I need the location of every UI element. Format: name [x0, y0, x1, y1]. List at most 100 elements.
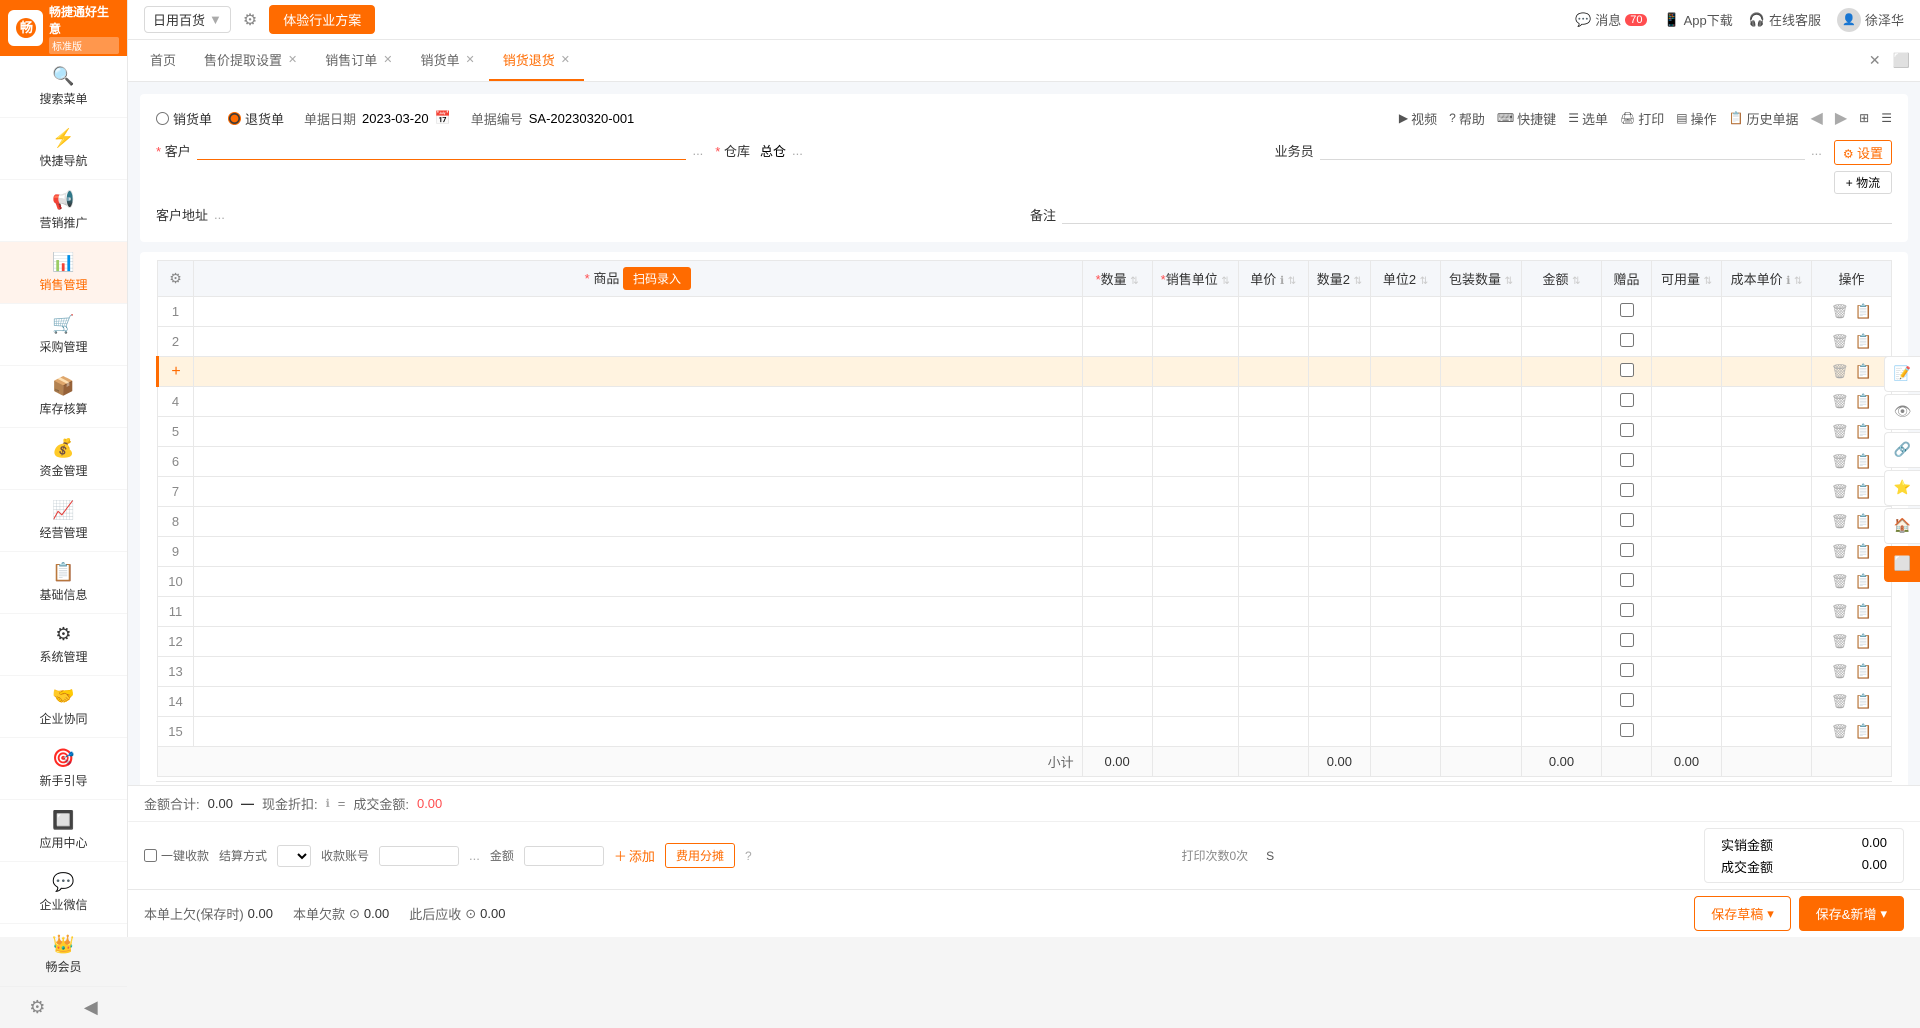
close-tab-icon[interactable]: ✕: [1867, 50, 1883, 71]
tab-sale-goods[interactable]: 销货单 ✕: [406, 40, 488, 81]
row-price-6[interactable]: [1238, 447, 1308, 477]
row-pkg-3[interactable]: [1440, 357, 1521, 387]
row-price-14[interactable]: [1238, 687, 1308, 717]
row-cost-13[interactable]: [1722, 657, 1812, 687]
row-avail-8[interactable]: [1652, 507, 1722, 537]
row-cost-12[interactable]: [1722, 627, 1812, 657]
amount-sort-icon[interactable]: ⇅: [1572, 276, 1580, 287]
row-qty2-9[interactable]: [1308, 537, 1370, 567]
row-qty2-4[interactable]: [1308, 387, 1370, 417]
copy-row-icon-6[interactable]: 📋: [1855, 453, 1872, 470]
row-unit2-5[interactable]: [1370, 417, 1440, 447]
split-help-icon[interactable]: ?: [745, 849, 752, 863]
row-gift-11[interactable]: [1602, 597, 1652, 627]
row-unit-4[interactable]: [1152, 387, 1238, 417]
row-unit-13[interactable]: [1152, 657, 1238, 687]
row-avail-11[interactable]: [1652, 597, 1722, 627]
sidebar-item-sales[interactable]: 📊 销售管理: [0, 242, 127, 304]
row-avail-12[interactable]: [1652, 627, 1722, 657]
row-unit2-10[interactable]: [1370, 567, 1440, 597]
delete-row-icon-5[interactable]: 🗑: [1831, 423, 1849, 440]
product-input-6[interactable]: [200, 454, 1076, 469]
row-qty-4[interactable]: [1082, 387, 1152, 417]
gift-check-5[interactable]: [1620, 423, 1634, 437]
settings-bottom-icon[interactable]: ⚙: [29, 997, 45, 1018]
row-qty-6[interactable]: [1082, 447, 1152, 477]
customer-input[interactable]: [197, 140, 687, 160]
sidebar-item-shortcut[interactable]: ⚡ 快捷导航: [0, 118, 127, 180]
prev-icon[interactable]: ◀: [1811, 108, 1823, 128]
panel-item-5[interactable]: 🏠: [1884, 508, 1920, 544]
gift-check-2[interactable]: [1620, 333, 1634, 347]
gift-check-9[interactable]: [1620, 543, 1634, 557]
row-cost-2[interactable]: [1722, 327, 1812, 357]
row-qty2-13[interactable]: [1308, 657, 1370, 687]
collapse-icon[interactable]: ◀: [84, 997, 98, 1018]
row-unit-15[interactable]: [1152, 717, 1238, 747]
row-unit-5[interactable]: [1152, 417, 1238, 447]
row-unit-14[interactable]: [1152, 687, 1238, 717]
topbar-gear-icon[interactable]: ⚙: [239, 6, 261, 34]
row-gift-7[interactable]: [1602, 477, 1652, 507]
save-new-btn[interactable]: 保存&新增 ▾: [1799, 896, 1904, 931]
gift-check-8[interactable]: [1620, 513, 1634, 527]
row-pkg-5[interactable]: [1440, 417, 1521, 447]
sidebar-item-inventory[interactable]: 📦 库存核算: [0, 366, 127, 428]
calendar-icon[interactable]: 📅: [435, 110, 451, 126]
row-price-3[interactable]: [1238, 357, 1308, 387]
delete-row-icon-7[interactable]: 🗑: [1831, 483, 1849, 500]
row-unit2-12[interactable]: [1370, 627, 1440, 657]
row-qty-12[interactable]: [1082, 627, 1152, 657]
row-gift-6[interactable]: [1602, 447, 1652, 477]
row-qty-13[interactable]: [1082, 657, 1152, 687]
delete-row-icon-11[interactable]: 🗑: [1831, 603, 1849, 620]
add-payment-btn[interactable]: ＋ 添加: [614, 846, 655, 865]
row-qty-11[interactable]: [1082, 597, 1152, 627]
row-avail-6[interactable]: [1652, 447, 1722, 477]
customer-dots[interactable]: ...: [692, 143, 703, 158]
row-amount-10[interactable]: [1522, 567, 1602, 597]
amount-input[interactable]: [524, 846, 604, 866]
industry-select[interactable]: 日用百货 ▼: [144, 6, 231, 33]
row-gift-5[interactable]: [1602, 417, 1652, 447]
product-input-14[interactable]: [200, 694, 1076, 709]
maximize-icon[interactable]: ⬜: [1891, 50, 1912, 71]
row-product-9[interactable]: [194, 537, 1083, 567]
panel-item-3[interactable]: 🔗: [1884, 432, 1920, 468]
row-pkg-12[interactable]: [1440, 627, 1521, 657]
save-draft-btn[interactable]: 保存草稿 ▾: [1694, 896, 1791, 931]
row-qty2-11[interactable]: [1308, 597, 1370, 627]
row-avail-15[interactable]: [1652, 717, 1722, 747]
gift-check-15[interactable]: [1620, 723, 1634, 737]
row-unit-8[interactable]: [1152, 507, 1238, 537]
row-amount-14[interactable]: [1522, 687, 1602, 717]
row-qty-1[interactable]: [1082, 297, 1152, 327]
qty-sort-icon[interactable]: ⇅: [1130, 276, 1138, 287]
radio-return[interactable]: 退货单: [228, 109, 284, 128]
list-view-icon[interactable]: ☰: [1881, 111, 1892, 125]
tab-close-sale-order[interactable]: ✕: [383, 53, 392, 66]
panel-item-4[interactable]: ⭐: [1884, 470, 1920, 506]
grid-view-icon[interactable]: ⊞: [1859, 111, 1869, 125]
row-unit2-8[interactable]: [1370, 507, 1440, 537]
row-pkg-9[interactable]: [1440, 537, 1521, 567]
row-unit-1[interactable]: [1152, 297, 1238, 327]
product-input-1[interactable]: [200, 304, 1076, 319]
row-amount-8[interactable]: [1522, 507, 1602, 537]
copy-row-icon-15[interactable]: 📋: [1855, 723, 1872, 740]
add-row-btn[interactable]: +: [171, 363, 180, 380]
row-amount-15[interactable]: [1522, 717, 1602, 747]
product-input-2[interactable]: [200, 334, 1076, 349]
gift-check-7[interactable]: [1620, 483, 1634, 497]
sidebar-item-enterprise[interactable]: 🤝 企业协同: [0, 676, 127, 738]
panel-item-1[interactable]: 📝: [1884, 356, 1920, 392]
row-qty2-15[interactable]: [1308, 717, 1370, 747]
row-avail-13[interactable]: [1652, 657, 1722, 687]
sidebar-item-marketing[interactable]: 📢 营销推广: [0, 180, 127, 242]
unit-sort-icon[interactable]: ⇅: [1221, 276, 1229, 287]
sidebar-item-purchase[interactable]: 🛒 采购管理: [0, 304, 127, 366]
row-product-12[interactable]: [194, 627, 1083, 657]
row-qty2-7[interactable]: [1308, 477, 1370, 507]
row-gift-14[interactable]: [1602, 687, 1652, 717]
row-cost-4[interactable]: [1722, 387, 1812, 417]
